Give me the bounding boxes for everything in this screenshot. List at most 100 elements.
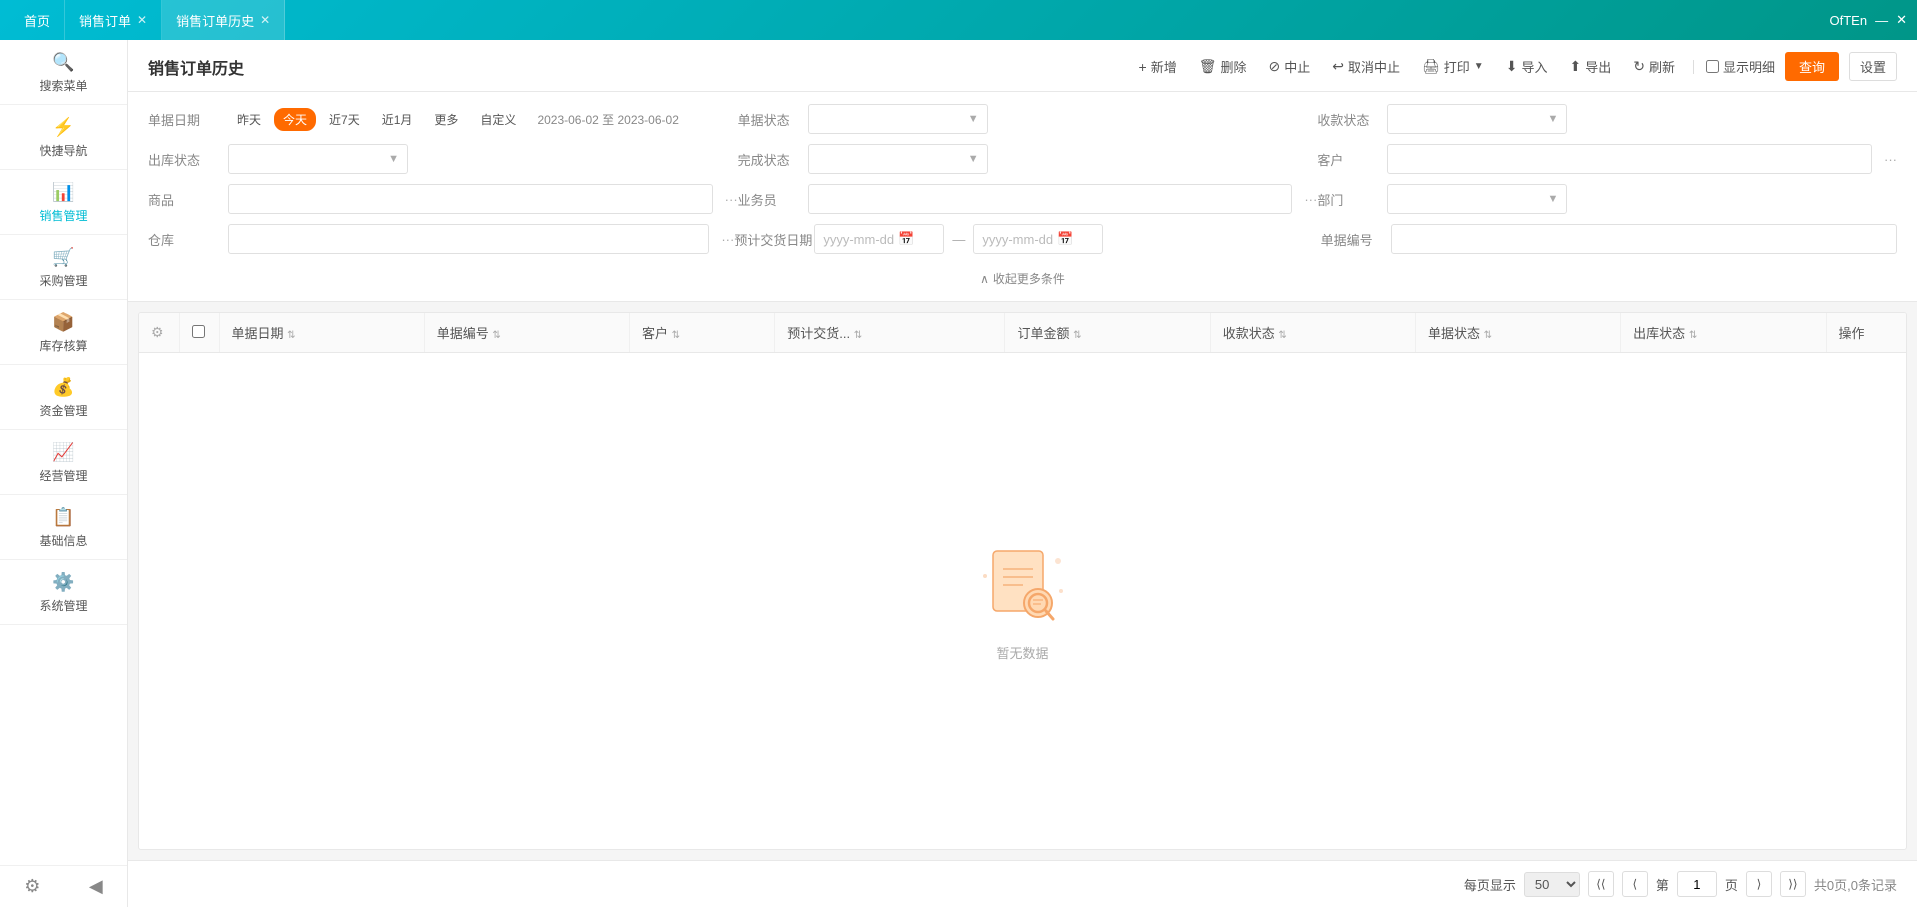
col-doc-date[interactable]: 单据日期 ⇅ [219,313,424,353]
sidebar-item-sales[interactable]: 📊 销售管理 [0,170,127,235]
customer-ellipsis-btn[interactable]: ··· [1884,152,1897,167]
complete-status-select-box[interactable]: ▼ [808,144,988,174]
tab-sales-order-history[interactable]: 销售订单历史 ✕ [162,0,285,40]
page-first-btn[interactable]: ⟨⟨ [1588,871,1614,897]
col-customer[interactable]: 客户 ⇅ [629,313,774,353]
sidebar-item-purchase[interactable]: 🛒 采购管理 [0,235,127,300]
cancel-stop-button[interactable]: ↩ 取消中止 [1326,53,1406,80]
warehouse-ellipsis-btn[interactable]: ··· [721,232,734,247]
gear-icon[interactable]: ⚙ [151,324,164,340]
salesperson-input[interactable] [808,184,1293,214]
date-btn-yesterday[interactable]: 昨天 [228,108,270,131]
show-detail-checkbox-label[interactable]: 显示明细 [1706,57,1775,76]
setting-button[interactable]: 设置 [1849,52,1897,81]
stop-button[interactable]: ⊘ 中止 [1263,53,1317,80]
show-detail-checkbox[interactable] [1706,60,1719,73]
minimize-icon[interactable]: — [1875,13,1888,28]
sidebar-item-finance[interactable]: 💰 资金管理 [0,365,127,430]
department-select-box[interactable]: ▼ [1387,184,1567,214]
col-order-amount[interactable]: 订单金额 ⇅ [1005,313,1210,353]
tab-home[interactable]: 首页 [10,0,65,40]
complete-status-label: 完成状态 [738,150,808,169]
sort-outbound-status-icon[interactable]: ⇅ [1689,330,1697,341]
date-btn-1month[interactable]: 近1月 [373,108,422,131]
col-outbound-status[interactable]: 出库状态 ⇅ [1621,313,1826,353]
empty-text: 暂无数据 [996,643,1048,662]
export-button[interactable]: ⬆ 导出 [1563,53,1617,80]
doc-status-select-box[interactable]: ▼ [808,104,988,134]
date-filter-label: 单据日期 [148,110,228,129]
sidebar-settings-icon[interactable]: ⚙ [24,876,40,897]
salesperson-content: ··· [808,184,1318,214]
customer-content: ··· [1387,144,1897,174]
sort-doc-status-icon[interactable]: ⇅ [1484,330,1492,341]
sort-customer-icon[interactable]: ⇅ [672,330,680,341]
date-btn-today[interactable]: 今天 [274,108,316,131]
product-input[interactable] [228,184,713,214]
page-last-btn[interactable]: ⟩⟩ [1780,871,1806,897]
date-btn-custom[interactable]: 自定义 [471,108,525,131]
sidebar-collapse-icon[interactable]: ◀ [89,876,103,897]
main-layout: 🔍 搜索菜单 ⚡ 快捷导航 📊 销售管理 🛒 采购管理 📦 库存核算 💰 资金管… [0,40,1917,907]
col-payment-status[interactable]: 收款状态 ⇅ [1210,313,1415,353]
col-expected-delivery[interactable]: 预计交货... ⇅ [775,313,1005,353]
page-size-label: 每页显示 [1464,875,1516,894]
expected-delivery-label: 预计交货日期 [734,230,814,249]
sort-doc-number-icon[interactable]: ⇅ [492,330,500,341]
print-label: 打印 [1444,57,1470,76]
product-ellipsis-btn[interactable]: ··· [725,192,738,207]
quicknav-icon: ⚡ [52,117,74,138]
date-btn-7days[interactable]: 近7天 [320,108,369,131]
print-button[interactable]: 🖨 打印 ▼ [1416,53,1490,80]
date-btn-more[interactable]: 更多 [425,108,467,131]
doc-number-input[interactable] [1391,224,1897,254]
sort-doc-date-icon[interactable]: ⇅ [287,330,295,341]
sort-payment-status-icon[interactable]: ⇅ [1278,330,1286,341]
delivery-date-start[interactable]: yyyy-mm-dd 📅 [814,224,944,254]
outbound-status-label: 出库状态 [148,150,228,169]
page-next-btn[interactable]: ⟩ [1746,871,1772,897]
col-doc-number[interactable]: 单据编号 ⇅ [424,313,629,353]
add-button[interactable]: + 新增 [1133,53,1183,80]
page-title: 销售订单历史 [148,55,244,79]
page-prev-btn[interactable]: ⟨ [1622,871,1648,897]
outbound-status-select-box[interactable]: ▼ [228,144,408,174]
close-sales-order-history-tab[interactable]: ✕ [260,13,270,27]
col-doc-status-label: 单据状态 [1428,326,1480,341]
warehouse-input[interactable] [228,224,709,254]
sidebar: 🔍 搜索菜单 ⚡ 快捷导航 📊 销售管理 🛒 采购管理 📦 库存核算 💰 资金管… [0,40,128,907]
tab-sales-order[interactable]: 销售订单 ✕ [65,0,162,40]
sidebar-item-inventory[interactable]: 📦 库存核算 [0,300,127,365]
sort-order-amount-icon[interactable]: ⇅ [1073,330,1081,341]
close-sales-order-tab[interactable]: ✕ [137,13,147,27]
customer-input[interactable] [1387,144,1872,174]
system-icon: ⚙️ [52,572,74,593]
collapse-row[interactable]: ∧ 收起更多条件 [148,264,1897,289]
salesperson-ellipsis-btn[interactable]: ··· [1304,192,1317,207]
sidebar-item-operations[interactable]: 📈 经营管理 [0,430,127,495]
import-label: 导入 [1521,57,1547,76]
table-header-row: ⚙ 单据日期 ⇅ 单据编号 ⇅ [139,313,1906,353]
sidebar-item-search[interactable]: 🔍 搜索菜单 [0,40,127,105]
select-all-checkbox[interactable] [192,325,205,338]
payment-status-select-box[interactable]: ▼ [1387,104,1567,134]
calendar-end-icon[interactable]: 📅 [1057,231,1073,247]
refresh-button[interactable]: ↻ 刷新 [1627,53,1681,80]
import-button[interactable]: ⬇ 导入 [1500,53,1554,80]
close-app-icon[interactable]: ✕ [1896,12,1907,28]
col-doc-status[interactable]: 单据状态 ⇅ [1415,313,1620,353]
sidebar-item-quicknav[interactable]: ⚡ 快捷导航 [0,105,127,170]
page-size-select[interactable]: 50 20 100 [1524,872,1580,897]
delivery-date-end[interactable]: yyyy-mm-dd 📅 [973,224,1103,254]
page-input[interactable] [1677,871,1717,897]
sidebar-item-inventory-label: 库存核算 [39,337,87,354]
page-label: 页 [1725,875,1738,894]
calendar-start-icon[interactable]: 📅 [898,231,914,247]
tab-sales-order-history-label: 销售订单历史 [176,11,254,30]
sort-expected-delivery-icon[interactable]: ⇅ [854,330,862,341]
cancel-stop-label: 取消中止 [1348,57,1400,76]
query-button[interactable]: 查询 [1785,52,1839,81]
delete-button[interactable]: 🗑 删除 [1193,53,1253,80]
sidebar-item-system[interactable]: ⚙️ 系统管理 [0,560,127,625]
sidebar-item-basic-info[interactable]: 📋 基础信息 [0,495,127,560]
